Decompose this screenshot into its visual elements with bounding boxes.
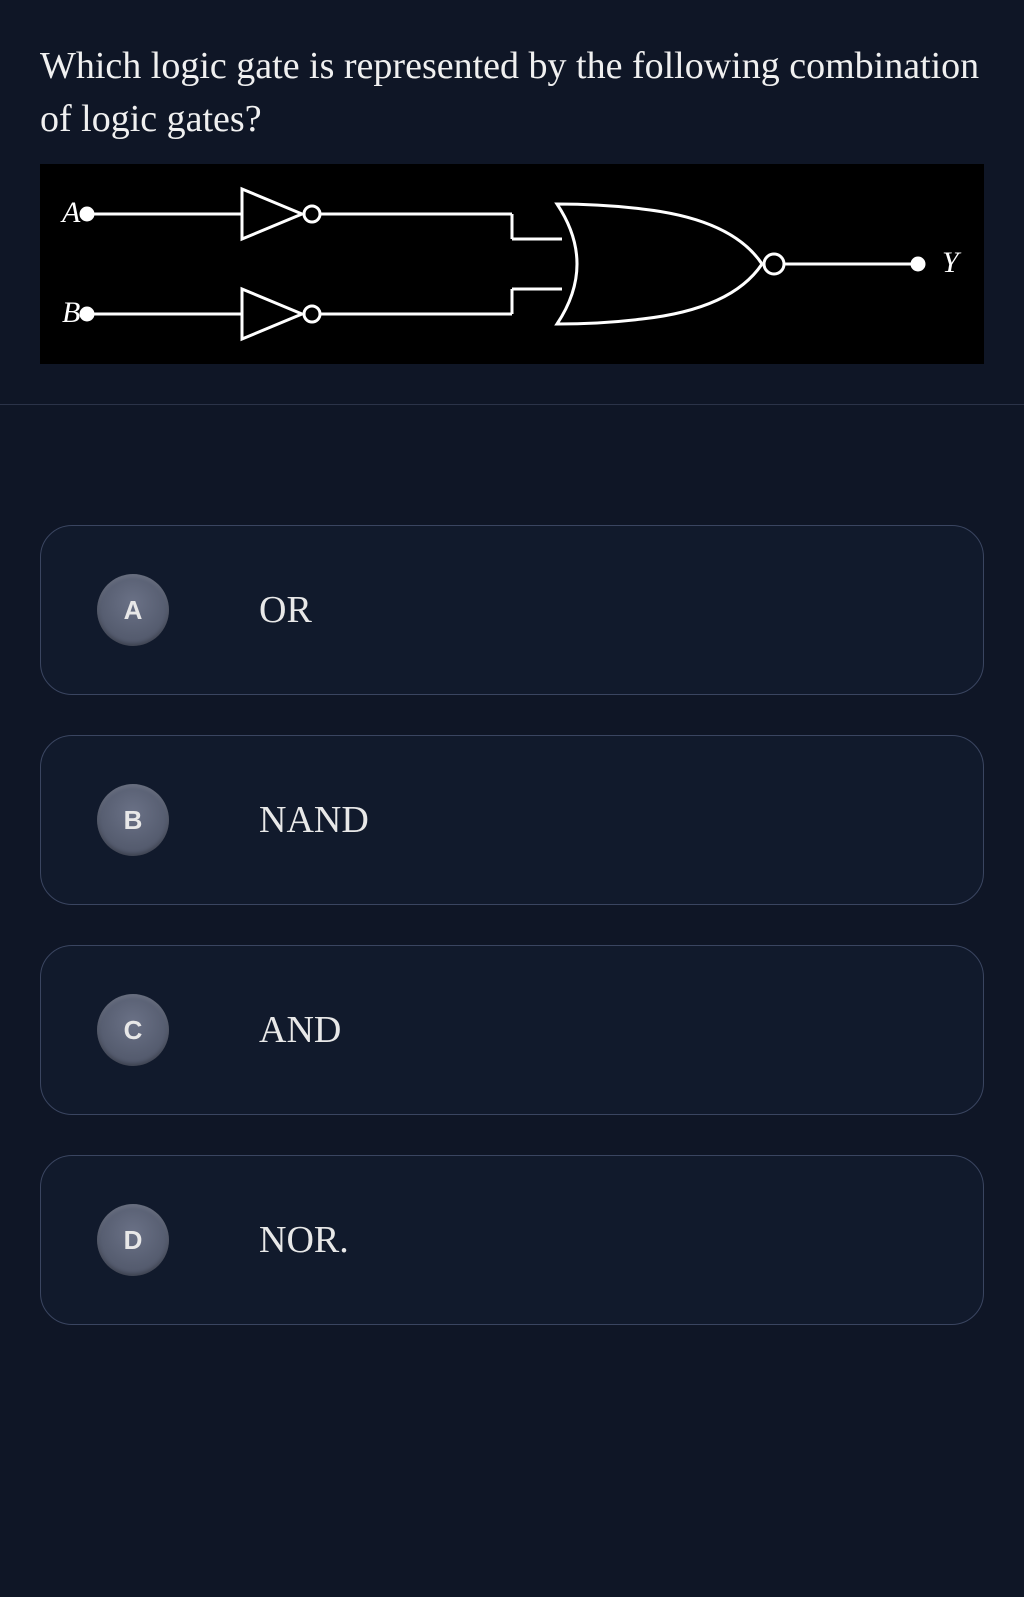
section-divider <box>0 404 1024 405</box>
option-b[interactable]: B NAND <box>40 735 984 905</box>
option-d[interactable]: D NOR. <box>40 1155 984 1325</box>
option-a[interactable]: A OR <box>40 525 984 695</box>
option-label: NAND <box>259 798 369 842</box>
option-badge: B <box>97 784 169 856</box>
option-badge: D <box>97 1204 169 1276</box>
label-a: A <box>60 196 81 229</box>
option-badge: C <box>97 994 169 1066</box>
circuit-diagram: A B Y <box>40 164 984 364</box>
label-y: Y <box>942 246 962 279</box>
label-b: B <box>62 296 80 329</box>
options-list: A OR B NAND C AND D NOR. <box>40 525 984 1325</box>
option-badge: A <box>97 574 169 646</box>
option-c[interactable]: C AND <box>40 945 984 1115</box>
option-label: NOR. <box>259 1218 349 1262</box>
question-text: Which logic gate is represented by the f… <box>40 40 984 146</box>
option-label: OR <box>259 588 312 632</box>
option-label: AND <box>259 1008 341 1052</box>
